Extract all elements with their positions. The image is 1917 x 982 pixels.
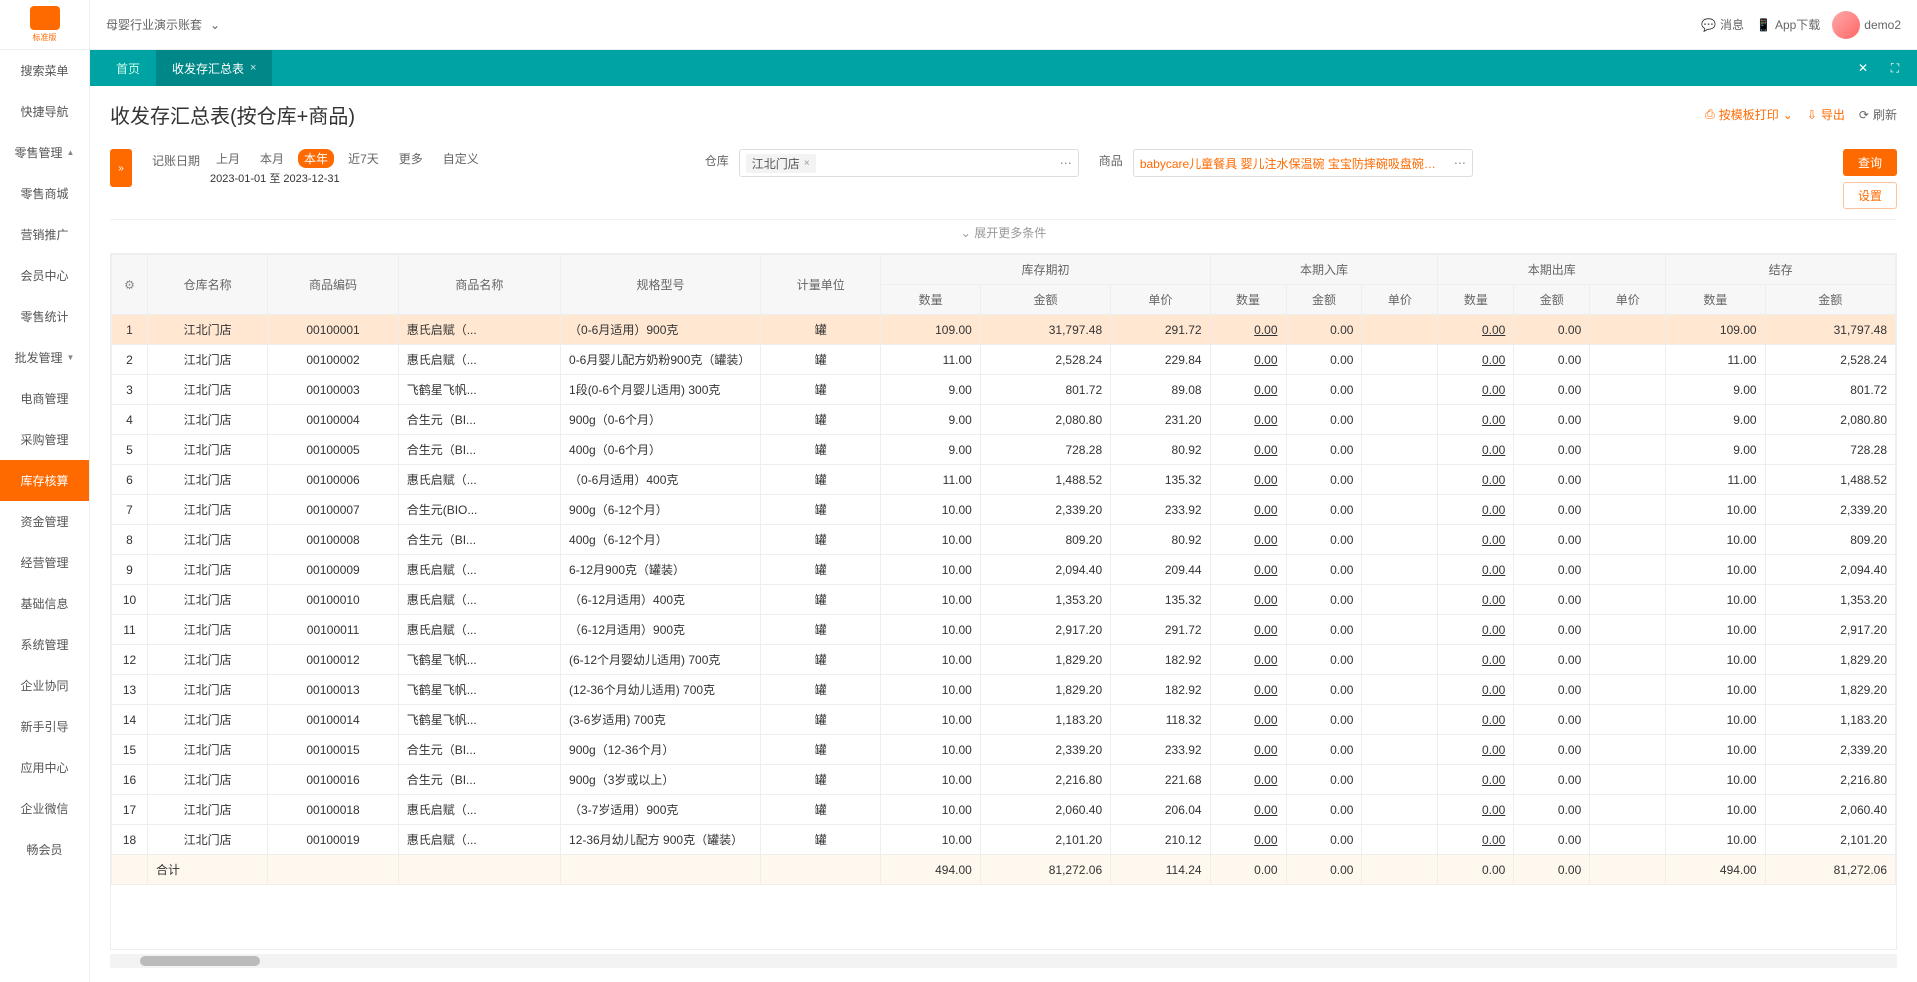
fullscreen-icon[interactable]: ⛶ — [1881, 54, 1909, 82]
table-row[interactable]: 6江北门店00100006惠氏启赋（...（0-6月适用）400克罐11.001… — [112, 465, 1896, 495]
sidebar-item-8[interactable]: 电商管理 — [0, 378, 89, 419]
warehouse-select[interactable]: 江北门店 × ⋯ — [739, 149, 1079, 177]
avatar — [1832, 11, 1860, 39]
table-row[interactable]: 11江北门店00100011惠氏启赋（...（6-12月适用）900克罐10.0… — [112, 615, 1896, 645]
table-row[interactable]: 15江北门店00100015合生元（BI...900g（12-36个月）罐10.… — [112, 735, 1896, 765]
tenant-name: 母婴行业演示账套 — [106, 16, 202, 33]
sidebar-item-19[interactable]: 畅会员 — [0, 829, 89, 870]
table-row[interactable]: 8江北门店00100008合生元（BI...400g（6-12个月）罐10.00… — [112, 525, 1896, 555]
sidebar-item-0[interactable]: 搜索菜单 — [0, 50, 89, 91]
chevron-down-icon: ⌄ — [210, 18, 220, 32]
table-row[interactable]: 12江北门店00100012飞鹤星飞帆...(6-12个月婴幼儿适用) 700克… — [112, 645, 1896, 675]
tabs: 首页收发存汇总表× ✕ ⛶ — [90, 50, 1917, 86]
warehouse-tag: 江北门店 × — [746, 154, 816, 173]
sidebar-item-9[interactable]: 采购管理 — [0, 419, 89, 460]
date-option-3[interactable]: 近7天 — [342, 149, 385, 168]
sidebar-item-1[interactable]: 快捷导航 — [0, 91, 89, 132]
date-option-4[interactable]: 更多 — [393, 149, 429, 168]
gear-icon[interactable]: ⚙ — [124, 278, 135, 292]
topbar: 母婴行业演示账套 ⌄ 💬 消息 📱 App下载 demo2 — [90, 0, 1917, 50]
product-filter: 商品 babycare儿童餐具 婴儿注水保温碗 宝宝防摔碗吸盘碗辅食碗勺套装 雀… — [1099, 149, 1473, 177]
table-row[interactable]: 9江北门店00100009惠氏启赋（...6-12月900克（罐装）罐10.00… — [112, 555, 1896, 585]
totals-row: 合计494.0081,272.06114.240.000.000.000.004… — [112, 855, 1896, 885]
sidebar-item-18[interactable]: 企业微信 — [0, 788, 89, 829]
settings-button[interactable]: 设置 — [1843, 182, 1897, 209]
print-button[interactable]: ⎙ 按模板打印 ⌄ — [1705, 106, 1793, 123]
table-row[interactable]: 16江北门店00100016合生元（BI...900g（3岁或以上）罐10.00… — [112, 765, 1896, 795]
tenant-dropdown[interactable]: 母婴行业演示账套 ⌄ — [106, 16, 220, 33]
data-table: ⚙仓库名称商品编码商品名称规格型号计量单位库存期初本期入库本期出库结存数量金额单… — [110, 253, 1897, 950]
table-row[interactable]: 7江北门店00100007合生元(BIO...900g（6-12个月）罐10.0… — [112, 495, 1896, 525]
sidebar-item-17[interactable]: 应用中心 — [0, 747, 89, 788]
sidebar-item-2[interactable]: 零售管理▲ — [0, 132, 89, 173]
scrollbar-thumb[interactable] — [140, 956, 260, 966]
product-select[interactable]: babycare儿童餐具 婴儿注水保温碗 宝宝防摔碗吸盘碗辅食碗勺套装 雀湖绿 … — [1133, 149, 1473, 177]
sidebar-item-13[interactable]: 基础信息 — [0, 583, 89, 624]
date-option-2[interactable]: 本年 — [298, 149, 334, 168]
refresh-button[interactable]: ⟳ 刷新 — [1859, 106, 1897, 123]
date-option-0[interactable]: 上月 — [210, 149, 246, 168]
table-row[interactable]: 3江北门店00100003飞鹤星飞帆...1段(0-6个月婴儿适用) 300克罐… — [112, 375, 1896, 405]
sidebar-item-3[interactable]: 零售商城 — [0, 173, 89, 214]
tab-close-icon[interactable]: × — [250, 62, 256, 74]
sidebar-item-14[interactable]: 系统管理 — [0, 624, 89, 665]
tab-close-all-icon[interactable]: ✕ — [1849, 54, 1877, 82]
user-menu[interactable]: demo2 — [1832, 11, 1901, 39]
more-icon[interactable]: ⋯ — [1454, 156, 1466, 170]
logo-edition: 标准版 — [33, 32, 57, 43]
more-icon[interactable]: ⋯ — [1060, 156, 1072, 170]
expand-filters-button[interactable]: ⌄ 展开更多条件 — [110, 219, 1897, 245]
export-icon: ⇩ — [1807, 108, 1817, 122]
logo: 标准版 — [0, 0, 89, 50]
table-row[interactable]: 5江北门店00100005合生元（BI...400g（0-6个月）罐9.0072… — [112, 435, 1896, 465]
logo-icon — [30, 6, 60, 30]
sidebar-item-4[interactable]: 营销推广 — [0, 214, 89, 255]
table-row[interactable]: 13江北门店00100013飞鹤星飞帆...(12-36个月幼儿适用) 700克… — [112, 675, 1896, 705]
sidebar-item-15[interactable]: 企业协同 — [0, 665, 89, 706]
sidebar-item-7[interactable]: 批发管理▼ — [0, 337, 89, 378]
phone-icon: 📱 — [1756, 18, 1771, 32]
sidebar-item-16[interactable]: 新手引导 — [0, 706, 89, 747]
sidebar-item-12[interactable]: 经营管理 — [0, 542, 89, 583]
caret-icon: ▲ — [67, 148, 75, 157]
app-download-button[interactable]: 📱 App下载 — [1756, 16, 1820, 33]
messages-button[interactable]: 💬 消息 — [1701, 16, 1744, 33]
table-row[interactable]: 4江北门店00100004合生元（BI...900g（0-6个月）罐9.002,… — [112, 405, 1896, 435]
print-icon: ⎙ — [1705, 107, 1715, 122]
refresh-icon: ⟳ — [1859, 108, 1869, 122]
horizontal-scrollbar[interactable] — [110, 954, 1897, 968]
table-row[interactable]: 17江北门店00100018惠氏启赋（...（3-7岁适用）900克罐10.00… — [112, 795, 1896, 825]
warehouse-filter: 仓库 江北门店 × ⋯ — [705, 149, 1079, 177]
tab-1[interactable]: 收发存汇总表× — [156, 50, 272, 86]
date-option-5[interactable]: 自定义 — [437, 149, 485, 168]
sidebar-item-6[interactable]: 零售统计 — [0, 296, 89, 337]
table-row[interactable]: 18江北门店00100019惠氏启赋（...12-36月幼儿配方 900克（罐装… — [112, 825, 1896, 855]
caret-icon: ▼ — [67, 353, 75, 362]
message-icon: 💬 — [1701, 18, 1716, 32]
sidebar: 标准版 搜索菜单快捷导航零售管理▲零售商城营销推广会员中心零售统计批发管理▼电商… — [0, 0, 90, 982]
date-option-1[interactable]: 本月 — [254, 149, 290, 168]
table-row[interactable]: 1江北门店00100001惠氏启赋（...（0-6月适用）900克罐109.00… — [112, 315, 1896, 345]
sidebar-item-10[interactable]: 库存核算 — [0, 460, 89, 501]
table-row[interactable]: 10江北门店00100010惠氏启赋（...（6-12月适用）400克罐10.0… — [112, 585, 1896, 615]
page-title: 收发存汇总表(按仓库+商品) — [110, 100, 355, 129]
table-row[interactable]: 2江北门店00100002惠氏启赋（...0-6月婴儿配方奶粉900克（罐装）罐… — [112, 345, 1896, 375]
export-button[interactable]: ⇩ 导出 — [1807, 106, 1845, 123]
tag-remove-icon[interactable]: × — [804, 158, 810, 169]
date-range: 2023-01-01 至 2023-12-31 — [210, 170, 485, 186]
date-filter: 记账日期 上月本月本年近7天更多自定义 2023-01-01 至 2023-12… — [152, 149, 485, 186]
sidebar-item-11[interactable]: 资金管理 — [0, 501, 89, 542]
collapse-filters-icon[interactable]: » — [110, 149, 132, 187]
table-row[interactable]: 14江北门店00100014飞鹤星飞帆...(3-6岁适用) 700克罐10.0… — [112, 705, 1896, 735]
chevron-down-icon: ⌄ — [961, 226, 971, 240]
chevron-down-icon: ⌄ — [1783, 108, 1793, 122]
tab-0[interactable]: 首页 — [100, 50, 156, 86]
sidebar-item-5[interactable]: 会员中心 — [0, 255, 89, 296]
query-button[interactable]: 查询 — [1843, 149, 1897, 176]
